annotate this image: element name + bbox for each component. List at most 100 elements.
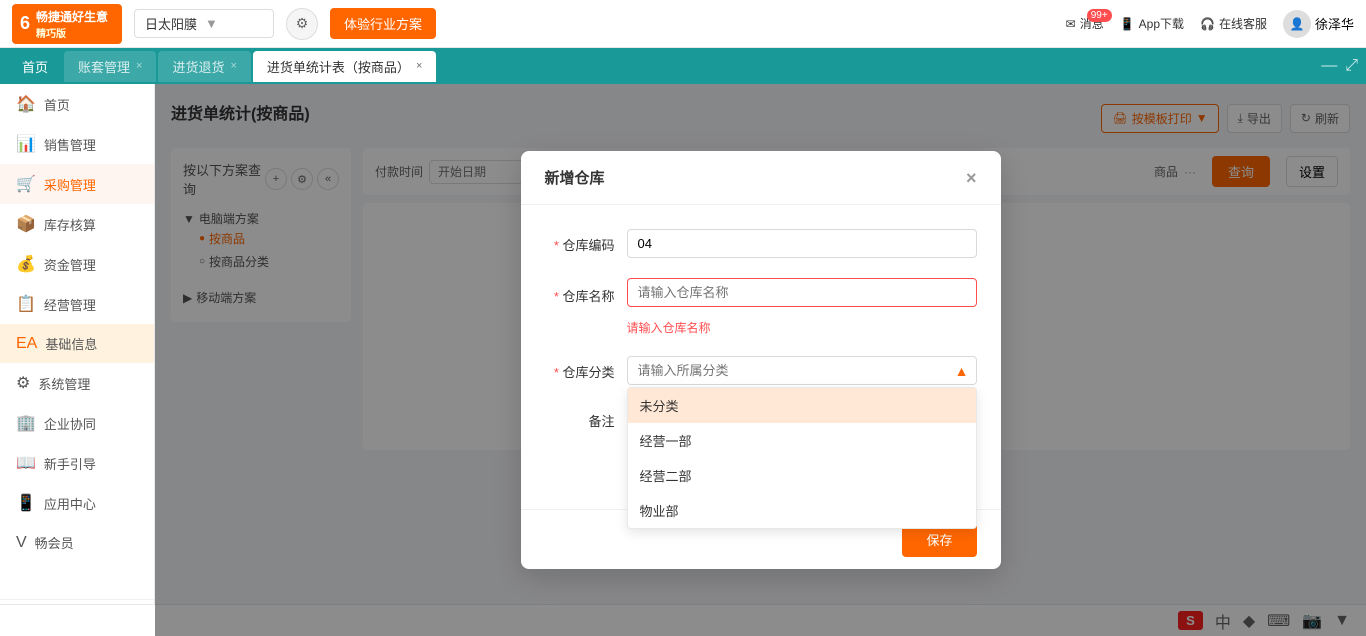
name-label: 仓库名称	[545, 280, 615, 305]
tab-purchase-return-close[interactable]: ×	[230, 60, 236, 72]
sidebar-label-operation: 经营管理	[44, 295, 96, 314]
sidebar-item-guide[interactable]: 📖 新手引导	[0, 443, 154, 483]
category-input[interactable]	[627, 356, 977, 385]
base-icon: EA	[16, 335, 37, 353]
sidebar-label-member: 畅会员	[35, 533, 74, 552]
category-dropdown: 未分类 经营一部 经营二部 物业部	[627, 387, 977, 529]
sidebar-item-operation[interactable]: 📋 经营管理	[0, 284, 154, 324]
online-service-button[interactable]: 🎧 在线客服	[1200, 15, 1267, 32]
main-layout: 🏠 首页 📊 销售管理 🛒 采购管理 📦 库存核算 💰 资金管理 📋 经营管理 …	[0, 84, 1366, 636]
finance-icon: 💰	[16, 254, 36, 274]
tab-purchase-stats-close[interactable]: ×	[416, 60, 422, 72]
modal-new-warehouse: 新增仓库 × 仓库编码 仓库名称	[521, 151, 1001, 569]
tab-actions: — ⤢	[1321, 57, 1358, 75]
sidebar-label-home: 首页	[44, 95, 70, 114]
form-row-name: 仓库名称 请输入仓库名称	[545, 278, 977, 336]
inventory-icon: 📦	[16, 214, 36, 234]
operation-icon: 📋	[16, 294, 36, 314]
store-selector[interactable]: 日太阳膜 ▼	[134, 9, 274, 38]
sidebar-item-home[interactable]: 🏠 首页	[0, 84, 154, 124]
remark-label: 备注	[545, 405, 615, 430]
username: 徐泽华	[1315, 14, 1354, 33]
sidebar-item-purchase[interactable]: 🛒 采购管理	[0, 164, 154, 204]
logo-title: 畅捷通好生意	[36, 8, 108, 25]
sidebar-label-apps: 应用中心	[44, 494, 96, 513]
sidebar-label-system: 系统管理	[38, 374, 90, 393]
modal-close-button[interactable]: ×	[966, 169, 977, 187]
name-error-msg: 请输入仓库名称	[627, 321, 711, 335]
avatar: 👤	[1283, 10, 1311, 38]
guide-icon: 📖	[16, 453, 36, 473]
app-icon: 📱	[1120, 17, 1135, 31]
dropdown-item-3[interactable]: 物业部	[628, 493, 976, 528]
category-select-wrap: ▲ 未分类 经营一部 经营二部 物业部	[627, 356, 977, 385]
sidebar-item-sales[interactable]: 📊 销售管理	[0, 124, 154, 164]
form-row-category: 仓库分类 ▲ 未分类 经营一部 经营二部 物业部	[545, 356, 977, 385]
tab-accounts-label: 账套管理	[78, 57, 130, 76]
form-row-code: 仓库编码	[545, 229, 977, 258]
code-input[interactable]	[627, 229, 977, 258]
sidebar-label-finance: 资金管理	[44, 255, 96, 274]
sidebar-label-purchase: 采购管理	[44, 175, 96, 194]
top-header: 6 畅捷通好生意 精巧版 日太阳膜 ▼ ⚙ 体验行业方案 ✉ 消息 99+ 📱 …	[0, 0, 1366, 48]
apps-icon: 📱	[16, 493, 36, 513]
header-right: ✉ 消息 99+ 📱 App下载 🎧 在线客服 👤 徐泽华	[1066, 10, 1354, 38]
logo-icon: 6	[20, 13, 30, 34]
gear-button[interactable]: ⚙	[286, 8, 318, 40]
tab-purchase-stats[interactable]: 进货单统计表（按商品） ×	[253, 51, 436, 82]
dropdown-item-0[interactable]: 未分类	[628, 388, 976, 423]
tab-purchase-return[interactable]: 进货退货 ×	[158, 51, 250, 82]
gear-icon: ⚙	[296, 15, 309, 32]
content-area: 进货单统计(按商品) 🖨 按模板打印 ▼ ⤓ 导出 ↻ 刷新	[155, 84, 1366, 636]
modal-title: 新增仓库	[545, 167, 605, 188]
logo-subtitle: 精巧版	[36, 25, 108, 40]
message-badge: 99+	[1087, 9, 1112, 22]
sidebar-item-system[interactable]: ⚙ 系统管理	[0, 363, 154, 403]
member-icon: V	[16, 534, 27, 552]
sidebar-label-sales: 销售管理	[44, 135, 96, 154]
dropdown-item-1[interactable]: 经营一部	[628, 423, 976, 458]
modal-body: 仓库编码 仓库名称 请输入仓库名称	[521, 205, 1001, 509]
sidebar-item-enterprise[interactable]: 🏢 企业协同	[0, 403, 154, 443]
sidebar-label-inventory: 库存核算	[44, 215, 96, 234]
sidebar-item-finance[interactable]: 💰 资金管理	[0, 244, 154, 284]
tab-minimize-icon[interactable]: —	[1321, 57, 1337, 75]
tab-purchase-stats-label: 进货单统计表（按商品）	[267, 57, 410, 76]
name-input[interactable]	[627, 278, 977, 307]
message-button[interactable]: ✉ 消息 99+	[1066, 15, 1104, 32]
modal-header: 新增仓库 ×	[521, 151, 1001, 205]
tab-home-label: 首页	[22, 57, 48, 76]
sidebar-item-member[interactable]: V 畅会员	[0, 523, 154, 562]
sales-icon: 📊	[16, 134, 36, 154]
sidebar-item-inventory[interactable]: 📦 库存核算	[0, 204, 154, 244]
online-service-label: 在线客服	[1219, 15, 1267, 32]
enterprise-icon: 🏢	[16, 413, 36, 433]
sidebar: 🏠 首页 📊 销售管理 🛒 采购管理 📦 库存核算 💰 资金管理 📋 经营管理 …	[0, 84, 155, 636]
store-name: 日太阳膜	[145, 14, 197, 33]
headset-icon: 🎧	[1200, 17, 1215, 31]
sidebar-label-base: 基础信息	[45, 334, 97, 353]
tab-accounts[interactable]: 账套管理 ×	[64, 51, 156, 82]
code-label: 仓库编码	[545, 229, 615, 254]
message-icon: ✉	[1066, 17, 1076, 31]
tab-expand-icon[interactable]: ⤢	[1345, 57, 1358, 75]
modal-overlay[interactable]: 新增仓库 × 仓库编码 仓库名称	[155, 84, 1366, 636]
tab-purchase-return-label: 进货退货	[172, 57, 224, 76]
purchase-icon: 🛒	[16, 174, 36, 194]
tab-bar: 首页 账套管理 × 进货退货 × 进货单统计表（按商品） × — ⤢	[0, 48, 1366, 84]
sidebar-label-guide: 新手引导	[44, 454, 96, 473]
dropdown-item-2[interactable]: 经营二部	[628, 458, 976, 493]
category-label: 仓库分类	[545, 356, 615, 381]
tab-home[interactable]: 首页	[8, 51, 62, 82]
app-download-button[interactable]: 📱 App下载	[1120, 15, 1184, 32]
system-icon: ⚙	[16, 373, 30, 393]
store-arrow-icon: ▼	[205, 16, 218, 31]
sidebar-label-enterprise: 企业协同	[44, 414, 96, 433]
sidebar-item-apps[interactable]: 📱 应用中心	[0, 483, 154, 523]
logo: 6 畅捷通好生意 精巧版	[12, 4, 122, 44]
tab-accounts-close[interactable]: ×	[136, 60, 142, 72]
user-menu[interactable]: 👤 徐泽华	[1283, 10, 1354, 38]
sidebar-item-base[interactable]: EA 基础信息	[0, 324, 154, 363]
app-download-label: App下载	[1139, 15, 1184, 32]
experience-button[interactable]: 体验行业方案	[330, 8, 436, 39]
